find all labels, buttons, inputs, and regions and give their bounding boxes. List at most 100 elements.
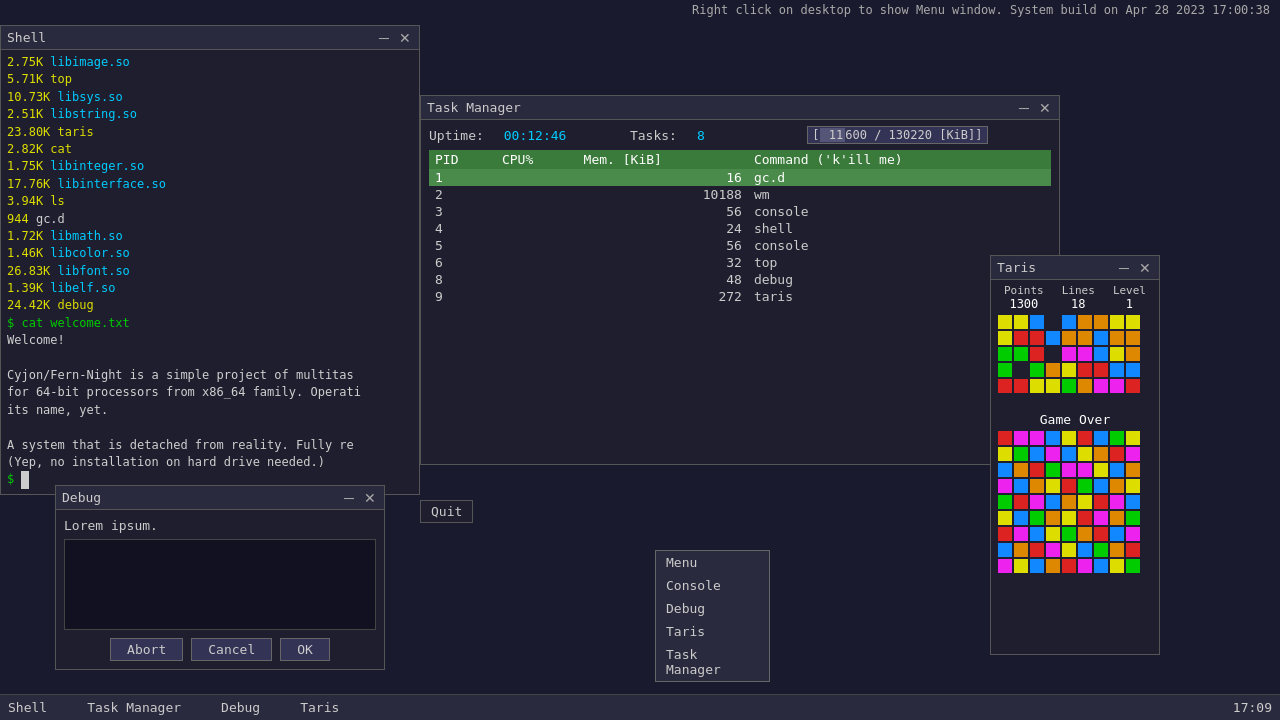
level-stat: Level 1: [1113, 284, 1146, 311]
uptime-label: Uptime:: [429, 128, 484, 143]
taris-top-board: [998, 315, 1152, 408]
svg-rect-55: [1062, 447, 1076, 461]
svg-rect-33: [998, 379, 1012, 393]
svg-rect-8: [998, 331, 1012, 345]
debug-minimize-button[interactable]: ─: [342, 490, 356, 506]
svg-rect-24: [1126, 347, 1140, 361]
file-list: 2.75K libimage.so 5.71K top 10.73K libsy…: [7, 54, 413, 315]
svg-rect-111: [1094, 543, 1108, 557]
taskbar-item-debug[interactable]: Debug: [221, 700, 260, 715]
abort-button[interactable]: Abort: [110, 638, 183, 661]
svg-rect-62: [1030, 463, 1044, 477]
taris-stats: Points 1300 Lines 18 Level 1: [995, 284, 1155, 311]
taskbar-item-shell[interactable]: Shell: [8, 700, 47, 715]
svg-rect-70: [1014, 479, 1028, 493]
svg-rect-10: [1030, 331, 1044, 345]
svg-rect-5: [1094, 315, 1108, 329]
debug-close-button[interactable]: ✕: [362, 490, 378, 506]
svg-rect-2: [1030, 315, 1044, 329]
context-menu-item-debug[interactable]: Debug: [656, 597, 769, 620]
svg-rect-84: [1094, 495, 1108, 509]
svg-rect-7: [1126, 315, 1140, 329]
mem-used2: 600 / 130220 [KiB]: [845, 128, 975, 142]
svg-rect-80: [1030, 495, 1044, 509]
ok-button[interactable]: OK: [280, 638, 330, 661]
taskmanager-minimize-button[interactable]: ─: [1017, 100, 1031, 116]
svg-rect-31: [1110, 363, 1124, 377]
taskmanager-content: Uptime: 00:12:46 Tasks: 8 [ 11600 / 1302…: [421, 120, 1059, 311]
shell-close-button[interactable]: ✕: [397, 30, 413, 46]
taris-titlebar: Taris ─ ✕: [991, 256, 1159, 280]
svg-rect-77: [1126, 479, 1140, 493]
col-mem: Mem. [KiB]: [578, 150, 748, 169]
svg-rect-91: [1062, 511, 1076, 525]
svg-rect-6: [1110, 315, 1124, 329]
svg-rect-18: [1014, 347, 1028, 361]
debug-title: Debug: [62, 490, 101, 505]
svg-rect-94: [1110, 511, 1124, 525]
taskbar-item-taris[interactable]: Taris: [300, 700, 339, 715]
debug-text-input[interactable]: [64, 539, 376, 630]
svg-rect-122: [1126, 559, 1140, 573]
cancel-button[interactable]: Cancel: [191, 638, 272, 661]
svg-rect-47: [1078, 431, 1092, 445]
taris-minimize-button[interactable]: ─: [1117, 260, 1131, 276]
svg-rect-63: [1046, 463, 1060, 477]
tasks-label: Tasks:: [630, 128, 677, 143]
svg-rect-104: [1126, 527, 1140, 541]
svg-rect-53: [1030, 447, 1044, 461]
taskmanager-window: Task Manager ─ ✕ Uptime: 00:12:46 Tasks:…: [420, 95, 1060, 465]
shell-controls: ─ ✕: [377, 30, 413, 46]
svg-rect-108: [1046, 543, 1060, 557]
table-row[interactable]: 5 56 console: [429, 237, 1051, 254]
points-stat: Points 1300: [1004, 284, 1044, 311]
svg-rect-121: [1110, 559, 1124, 573]
svg-rect-26: [1030, 363, 1044, 377]
svg-rect-9: [1014, 331, 1028, 345]
svg-rect-79: [1014, 495, 1028, 509]
top-status-bar: Right click on desktop to show Menu wind…: [0, 0, 1280, 20]
taskmanager-header: Uptime: 00:12:46 Tasks: 8 [ 11600 / 1302…: [429, 126, 1051, 144]
svg-rect-25: [998, 363, 1012, 377]
lines-stat: Lines 18: [1062, 284, 1095, 311]
debug-lorem-text: Lorem ipsum.: [64, 518, 376, 533]
table-row[interactable]: 2 10188 wm: [429, 186, 1051, 203]
svg-rect-50: [1126, 431, 1140, 445]
svg-rect-17: [998, 347, 1012, 361]
taskmanager-close-button[interactable]: ✕: [1037, 100, 1053, 116]
svg-rect-19: [1030, 347, 1044, 361]
svg-rect-120: [1094, 559, 1108, 573]
svg-rect-42: [998, 431, 1012, 445]
shell-content: 2.75K libimage.so 5.71K top 10.73K libsy…: [1, 50, 419, 494]
svg-rect-97: [1014, 527, 1028, 541]
table-row[interactable]: 1 16 gc.d: [429, 169, 1051, 186]
taskbar-clock: 17:09: [1233, 700, 1272, 715]
svg-rect-115: [1014, 559, 1028, 573]
table-row[interactable]: 6 32 top: [429, 254, 1051, 271]
quit-button[interactable]: Quit: [420, 500, 473, 523]
context-menu-item-taskmanager[interactable]: Task Manager: [656, 643, 769, 681]
svg-rect-39: [1094, 379, 1108, 393]
svg-rect-38: [1078, 379, 1092, 393]
svg-rect-56: [1078, 447, 1092, 461]
table-row[interactable]: 4 24 shell: [429, 220, 1051, 237]
context-menu-item-menu[interactable]: Menu: [656, 551, 769, 574]
table-row[interactable]: 3 56 console: [429, 203, 1051, 220]
shell-minimize-button[interactable]: ─: [377, 30, 391, 46]
context-menu-item-console[interactable]: Console: [656, 574, 769, 597]
context-menu-item-taris[interactable]: Taris: [656, 620, 769, 643]
taskbar-item-taskmanager[interactable]: Task Manager: [87, 700, 181, 715]
table-row[interactable]: 9 272 taris: [429, 288, 1051, 305]
taris-close-button[interactable]: ✕: [1137, 260, 1153, 276]
svg-rect-98: [1030, 527, 1044, 541]
svg-rect-76: [1110, 479, 1124, 493]
svg-rect-22: [1094, 347, 1108, 361]
table-row[interactable]: 8 48 debug: [429, 271, 1051, 288]
svg-rect-110: [1078, 543, 1092, 557]
taris-board-svg-top: [998, 315, 1152, 405]
shell-title: Shell: [7, 30, 46, 45]
svg-rect-15: [1110, 331, 1124, 345]
svg-rect-52: [1014, 447, 1028, 461]
svg-rect-13: [1078, 331, 1092, 345]
top-status-text: Right click on desktop to show Menu wind…: [692, 3, 1270, 17]
